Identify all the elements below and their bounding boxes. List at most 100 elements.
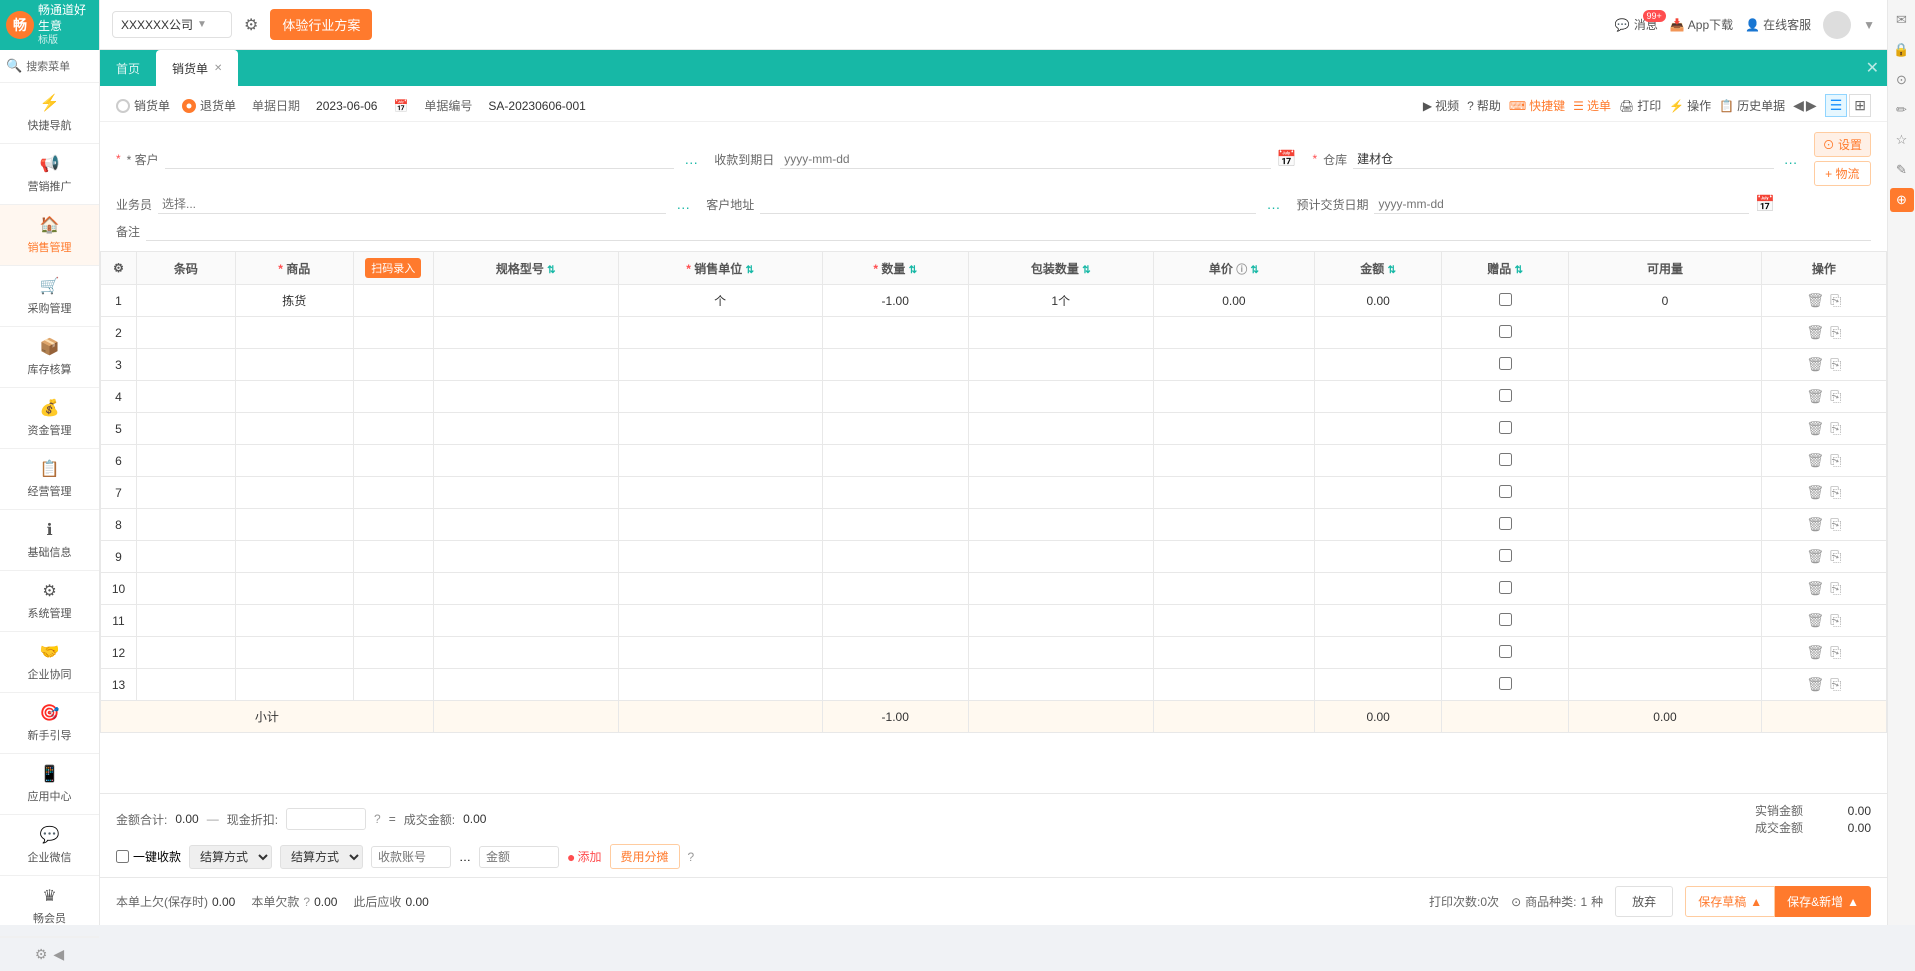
- row-copy-icon[interactable]: ⎘: [1830, 388, 1841, 405]
- row-spec[interactable]: [433, 285, 618, 317]
- row-gift[interactable]: [1442, 509, 1569, 541]
- row-spec[interactable]: [433, 445, 618, 477]
- row-unit[interactable]: [618, 413, 822, 445]
- row-barcode[interactable]: [137, 637, 236, 669]
- row-qty[interactable]: [822, 349, 968, 381]
- due-help-icon[interactable]: ?: [303, 895, 310, 909]
- sort-amount-icon[interactable]: ⇅: [1388, 265, 1396, 276]
- row-spec[interactable]: [433, 381, 618, 413]
- quick-pay-check[interactable]: [116, 850, 129, 863]
- row-copy-icon[interactable]: ⎘: [1830, 324, 1841, 341]
- row-spec[interactable]: [433, 477, 618, 509]
- operate-btn[interactable]: ⚡ 操作: [1669, 97, 1711, 114]
- message-button[interactable]: 💬 消息 99+: [1615, 16, 1658, 33]
- row-unit[interactable]: [618, 669, 822, 701]
- row-unit[interactable]: [618, 445, 822, 477]
- tab-close-icon[interactable]: ✕: [214, 63, 222, 74]
- row-goods[interactable]: [235, 445, 353, 477]
- row-gift[interactable]: [1442, 413, 1569, 445]
- fee-split-button[interactable]: 费用分摊: [610, 844, 680, 869]
- row-spec[interactable]: [433, 413, 618, 445]
- row-barcode[interactable]: [137, 541, 236, 573]
- sidebar-item-basic[interactable]: ℹ 基础信息: [0, 510, 99, 571]
- row-spec[interactable]: [433, 349, 618, 381]
- save-draft-button[interactable]: 保存草稿 ▲: [1685, 886, 1775, 917]
- row-copy-icon[interactable]: ⎘: [1830, 484, 1841, 501]
- row-spec[interactable]: [433, 509, 618, 541]
- row-goods[interactable]: [235, 605, 353, 637]
- row-amount[interactable]: [1315, 669, 1442, 701]
- row-pack-qty[interactable]: [968, 477, 1153, 509]
- row-gift-checkbox[interactable]: [1499, 453, 1512, 466]
- row-delete-icon[interactable]: 🗑: [1806, 612, 1824, 629]
- row-price[interactable]: [1153, 605, 1315, 637]
- row-amount[interactable]: [1315, 349, 1442, 381]
- row-pack-qty[interactable]: [968, 669, 1153, 701]
- row-qty[interactable]: [822, 573, 968, 605]
- video-btn[interactable]: ▶ 视频: [1423, 97, 1459, 114]
- row-delete-icon[interactable]: 🗑: [1806, 420, 1824, 437]
- sort-gift-icon[interactable]: ⇅: [1515, 265, 1523, 276]
- remark-input[interactable]: [146, 222, 1871, 241]
- sidebar-item-finance[interactable]: 💰 资金管理: [0, 388, 99, 449]
- tab-home[interactable]: 首页: [100, 50, 156, 86]
- row-amount[interactable]: [1315, 445, 1442, 477]
- row-gift-checkbox[interactable]: [1499, 357, 1512, 370]
- settings-button[interactable]: ⊙ 设置: [1814, 132, 1871, 157]
- customer-more-icon[interactable]: …: [684, 151, 698, 167]
- row-barcode[interactable]: [137, 381, 236, 413]
- row-amount[interactable]: [1315, 509, 1442, 541]
- expected-date-input[interactable]: [1374, 195, 1749, 214]
- row-delete-icon[interactable]: 🗑: [1806, 388, 1824, 405]
- row-amount[interactable]: [1315, 317, 1442, 349]
- row-delete-icon[interactable]: 🗑: [1806, 516, 1824, 533]
- row-pack-qty[interactable]: [968, 413, 1153, 445]
- row-amount[interactable]: [1315, 605, 1442, 637]
- history-btn[interactable]: 📋 历史单据: [1719, 97, 1785, 114]
- customer-input[interactable]: [165, 150, 675, 169]
- row-gift[interactable]: [1442, 349, 1569, 381]
- row-qty[interactable]: [822, 381, 968, 413]
- amount-input[interactable]: [479, 846, 559, 868]
- row-unit[interactable]: [618, 605, 822, 637]
- row-qty[interactable]: [822, 509, 968, 541]
- row-goods[interactable]: [235, 509, 353, 541]
- row-barcode[interactable]: [137, 413, 236, 445]
- row-spec[interactable]: [433, 541, 618, 573]
- row-price[interactable]: [1153, 349, 1315, 381]
- row-unit[interactable]: [618, 381, 822, 413]
- th-settings[interactable]: ⚙: [101, 252, 137, 285]
- row-barcode[interactable]: [137, 349, 236, 381]
- company-settings-icon[interactable]: ⚙: [240, 11, 262, 39]
- row-goods[interactable]: [235, 381, 353, 413]
- sort-unit-icon[interactable]: ⇅: [746, 265, 754, 276]
- row-barcode[interactable]: [137, 445, 236, 477]
- user-avatar[interactable]: [1823, 11, 1851, 39]
- row-gift[interactable]: [1442, 381, 1569, 413]
- rp-lock-icon[interactable]: 🔒: [1890, 38, 1914, 62]
- row-amount[interactable]: [1315, 413, 1442, 445]
- row-goods[interactable]: [235, 317, 353, 349]
- row-amount[interactable]: [1315, 381, 1442, 413]
- sidebar-item-inventory[interactable]: 📦 库存核算: [0, 327, 99, 388]
- row-unit[interactable]: [618, 637, 822, 669]
- row-delete-icon[interactable]: 🗑: [1806, 548, 1824, 565]
- print-btn[interactable]: 🖨 打印: [1619, 97, 1661, 114]
- radio-sale-order[interactable]: 销货单: [116, 97, 170, 114]
- row-barcode[interactable]: [137, 605, 236, 637]
- receipt-date-cal-icon[interactable]: 📅: [1277, 149, 1297, 169]
- row-gift-checkbox[interactable]: [1499, 549, 1512, 562]
- discard-button[interactable]: 放弃: [1615, 886, 1673, 917]
- row-gift-checkbox[interactable]: [1499, 645, 1512, 658]
- row-price[interactable]: [1153, 541, 1315, 573]
- rp-pen-icon[interactable]: ✎: [1890, 158, 1914, 182]
- sort-price-icon[interactable]: ⇅: [1251, 265, 1259, 276]
- expected-date-cal-icon[interactable]: 📅: [1755, 194, 1775, 214]
- app-download-link[interactable]: 📥 App下载: [1670, 16, 1733, 33]
- row-pack-qty[interactable]: 1个: [968, 285, 1153, 317]
- rp-circle-icon[interactable]: ⊙: [1890, 68, 1914, 92]
- row-price[interactable]: [1153, 509, 1315, 541]
- add-button[interactable]: ● 添加: [567, 848, 601, 865]
- row-gift-checkbox[interactable]: [1499, 293, 1512, 306]
- row-price[interactable]: [1153, 669, 1315, 701]
